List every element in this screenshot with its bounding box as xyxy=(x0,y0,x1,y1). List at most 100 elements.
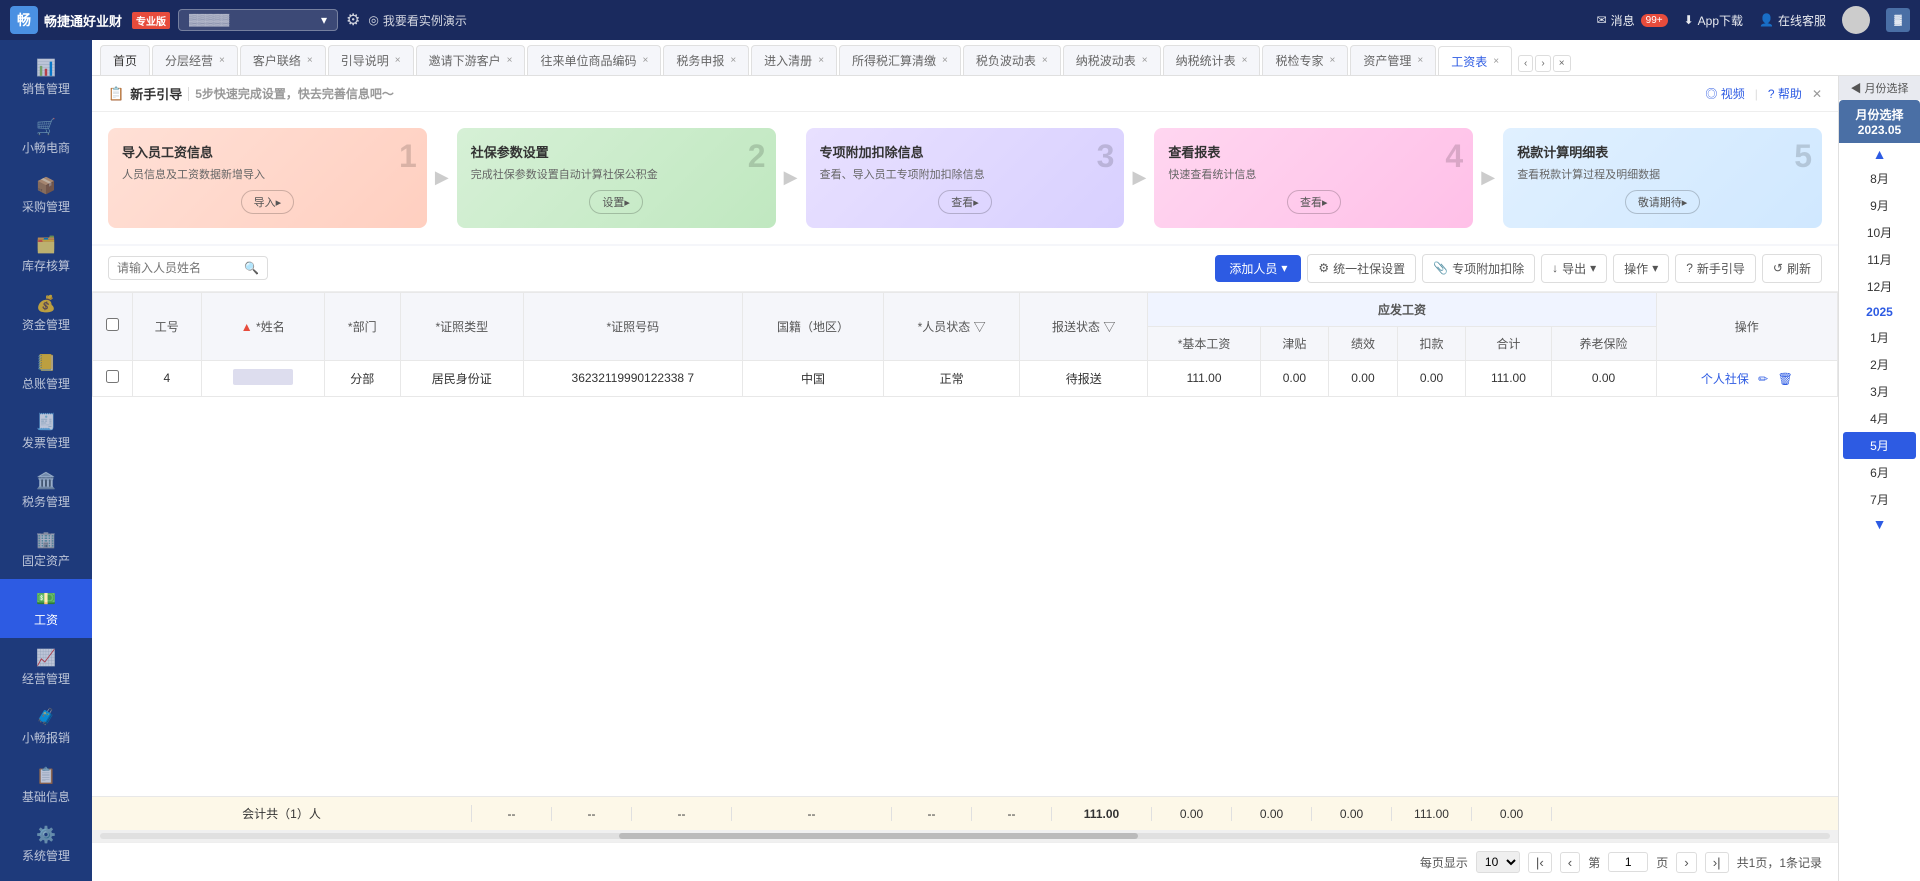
tab-product-code[interactable]: 往来单位商品编码 × xyxy=(527,45,661,75)
tab-payroll[interactable]: 工资表 × xyxy=(1438,46,1512,76)
tab-invite[interactable]: 邀请下游客户 × xyxy=(416,45,526,75)
guide-close-btn[interactable]: ✕ xyxy=(1812,87,1822,101)
row-select-checkbox[interactable] xyxy=(106,370,119,383)
step-btn-1[interactable]: 导入▸ xyxy=(241,190,295,214)
tab-next-btn[interactable]: › xyxy=(1535,55,1550,72)
tab-guide[interactable]: 引导说明 × xyxy=(328,45,414,75)
setting-btn[interactable]: 设置▸ xyxy=(589,190,643,214)
close-icon[interactable]: × xyxy=(642,55,648,66)
import-btn[interactable]: 导入▸ xyxy=(241,190,295,214)
panel-collapse-btn[interactable]: ◀ 月份选择 xyxy=(1839,76,1920,100)
sidebar-item-assets[interactable]: 🏢 固定资产 xyxy=(0,520,92,579)
month-12[interactable]: 12月 xyxy=(1839,273,1920,300)
prev-page-btn[interactable]: ‹ xyxy=(1560,852,1580,873)
scroll-up-btn[interactable]: ▲ xyxy=(1839,143,1920,165)
sidebar-item-purchase[interactable]: 📦 采购管理 xyxy=(0,166,92,225)
tab-asset-mgmt[interactable]: 资产管理 × xyxy=(1350,45,1436,75)
close-icon[interactable]: × xyxy=(730,55,736,66)
tab-clearance[interactable]: 进入清册 × xyxy=(751,45,837,75)
app-download-btn[interactable]: ⬇ App下载 xyxy=(1684,12,1743,29)
per-page-select[interactable]: 10 20 50 xyxy=(1476,851,1520,873)
search-input[interactable] xyxy=(117,261,238,275)
close-icon[interactable]: × xyxy=(1417,55,1423,66)
refresh-btn[interactable]: ↺ 刷新 xyxy=(1762,254,1822,283)
tab-tax-expert[interactable]: 税检专家 × xyxy=(1262,45,1348,75)
month-11[interactable]: 11月 xyxy=(1839,246,1920,273)
close-icon[interactable]: × xyxy=(395,55,401,66)
tab-tax-burden[interactable]: 税负波动表 × xyxy=(963,45,1061,75)
message-btn[interactable]: ✉ 消息 99+ xyxy=(1597,12,1668,29)
month-6[interactable]: 6月 xyxy=(1839,459,1920,486)
select-all-checkbox[interactable] xyxy=(106,318,119,331)
month-10[interactable]: 10月 xyxy=(1839,219,1920,246)
tab-prev-btn[interactable]: ‹ xyxy=(1518,55,1533,72)
online-service-btn[interactable]: 👤 在线客服 xyxy=(1759,12,1826,29)
month-9[interactable]: 9月 xyxy=(1839,192,1920,219)
page-input[interactable] xyxy=(1608,852,1648,872)
special-deduction-btn[interactable]: 📎 专项附加扣除 xyxy=(1422,254,1535,283)
month-8[interactable]: 8月 xyxy=(1839,165,1920,192)
sidebar-item-ecommerce[interactable]: 🛒 小畅电商 xyxy=(0,107,92,166)
social-security-setting-btn[interactable]: ⚙ 统一社保设置 xyxy=(1307,254,1416,283)
close-icon[interactable]: × xyxy=(307,55,313,66)
tab-home[interactable]: 首页 xyxy=(100,45,150,75)
view-btn-3[interactable]: 查看▸ xyxy=(938,190,992,214)
demo-btn[interactable]: ◎ 我要看实例演示 xyxy=(368,12,467,29)
month-2[interactable]: 2月 xyxy=(1839,351,1920,378)
delete-icon[interactable]: 🗑 xyxy=(1778,372,1793,386)
close-icon[interactable]: × xyxy=(219,55,225,66)
sidebar-item-operations[interactable]: 📈 经营管理 xyxy=(0,638,92,697)
add-person-btn[interactable]: 添加人员 ▾ xyxy=(1215,255,1301,282)
first-page-btn[interactable]: |‹ xyxy=(1528,852,1552,873)
help-link[interactable]: ? 帮助 xyxy=(1768,85,1802,102)
close-icon[interactable]: × xyxy=(1493,56,1499,67)
filter-icon2[interactable]: ▽ xyxy=(1103,320,1115,334)
operations-btn[interactable]: 操作 ▾ xyxy=(1613,254,1669,283)
filter-icon[interactable]: ▽ xyxy=(974,320,986,334)
video-link[interactable]: ◎ 视频 xyxy=(1705,85,1744,102)
sidebar-item-inventory[interactable]: 🗂️ 库存核算 xyxy=(0,225,92,284)
new-guide-btn[interactable]: ? 新手引导 xyxy=(1675,254,1756,283)
tab-tax-stats[interactable]: 纳税统计表 × xyxy=(1163,45,1261,75)
tab-hierarchical[interactable]: 分层经营 × xyxy=(152,45,238,75)
search-icon[interactable]: 🔍 xyxy=(244,261,259,275)
search-box[interactable]: 🔍 xyxy=(108,256,268,280)
scroll-bar-thumb[interactable] xyxy=(619,833,1138,839)
export-btn[interactable]: ↓ 导出 ▾ xyxy=(1541,254,1607,283)
close-icon[interactable]: × xyxy=(507,55,513,66)
close-icon[interactable]: × xyxy=(1242,55,1248,66)
month-4[interactable]: 4月 xyxy=(1839,405,1920,432)
month-3[interactable]: 3月 xyxy=(1839,378,1920,405)
next-page-btn[interactable]: › xyxy=(1676,852,1696,873)
scroll-bar-track[interactable] xyxy=(100,833,1830,839)
close-icon[interactable]: × xyxy=(942,55,948,66)
personal-social-link[interactable]: 个人社保 xyxy=(1701,372,1749,386)
sidebar-item-finance[interactable]: 💰 资金管理 xyxy=(0,284,92,343)
sidebar-item-ledger[interactable]: 📒 总账管理 xyxy=(0,343,92,402)
month-5[interactable]: 5月 xyxy=(1843,432,1916,459)
sidebar-item-collab[interactable]: 🤝 企业协同 xyxy=(0,874,92,881)
sidebar-item-system[interactable]: ⚙️ 系统管理 xyxy=(0,815,92,874)
edit-icon[interactable]: ✏ xyxy=(1758,372,1768,386)
month-1[interactable]: 1月 xyxy=(1839,324,1920,351)
sidebar-item-payroll[interactable]: 💵 工资 xyxy=(0,579,92,638)
tab-tax-return[interactable]: 税务申报 × xyxy=(663,45,749,75)
last-page-btn[interactable]: ›| xyxy=(1705,852,1729,873)
user-menu[interactable]: ▓ xyxy=(1886,8,1910,32)
coming-soon-btn[interactable]: 敬请期待▸ xyxy=(1625,190,1701,214)
sidebar-item-tax[interactable]: 🏛️ 税务管理 xyxy=(0,461,92,520)
sidebar-item-basic[interactable]: 📋 基础信息 xyxy=(0,756,92,815)
view-btn-4[interactable]: 查看▸ xyxy=(1287,190,1341,214)
sidebar-item-invoice[interactable]: 🧾 发票管理 xyxy=(0,402,92,461)
avatar[interactable] xyxy=(1842,6,1870,34)
sidebar-item-expense[interactable]: 🧳 小畅报销 xyxy=(0,697,92,756)
company-selector[interactable]: ▓▓▓▓▓ ▾ xyxy=(178,9,338,31)
gear-icon[interactable]: ⚙ xyxy=(346,10,360,30)
month-7[interactable]: 7月 xyxy=(1839,486,1920,513)
close-icon[interactable]: × xyxy=(1142,55,1148,66)
sidebar-item-sales[interactable]: 📊 销售管理 xyxy=(0,48,92,107)
close-icon[interactable]: × xyxy=(1329,55,1335,66)
scroll-down-btn[interactable]: ▼ xyxy=(1839,513,1920,535)
tab-tax-fluctuation[interactable]: 纳税波动表 × xyxy=(1063,45,1161,75)
close-icon[interactable]: × xyxy=(818,55,824,66)
